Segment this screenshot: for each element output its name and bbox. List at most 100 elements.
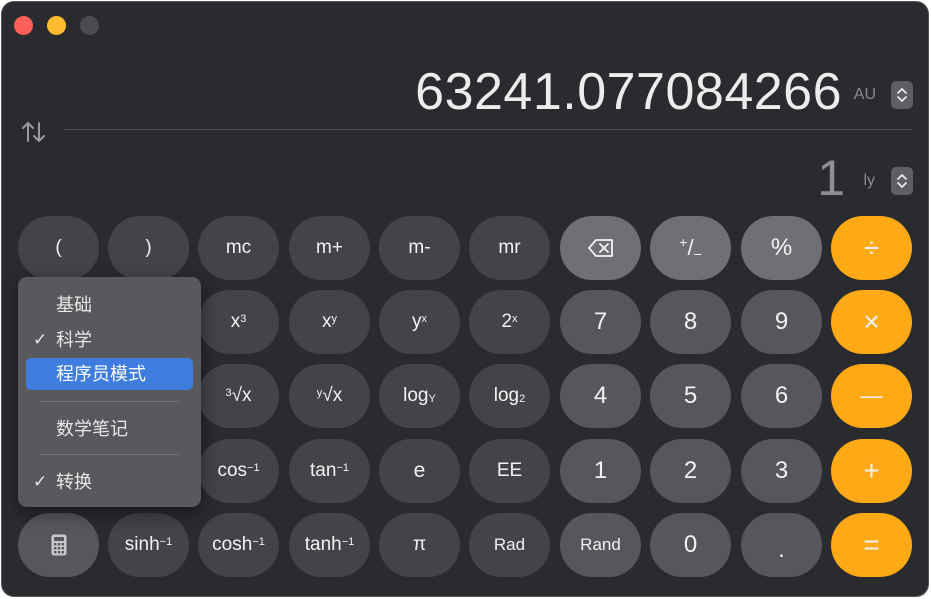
key-divide[interactable]: ÷: [831, 216, 912, 280]
maximize-button[interactable]: [80, 16, 99, 35]
key-y-power-x[interactable]: yx: [379, 290, 460, 354]
key-label: ): [145, 237, 152, 258]
key-label: cosh: [212, 534, 253, 555]
key-exponent: −1: [252, 536, 265, 548]
key-arctanh[interactable]: tanh −1: [289, 513, 370, 577]
key-label: 2: [683, 457, 698, 484]
key-index: y: [316, 387, 323, 399]
key-label: log: [493, 385, 520, 406]
key-rand[interactable]: Rand: [560, 513, 641, 577]
key-cube-root[interactable]: 3 √x: [198, 364, 279, 428]
backspace-icon: [587, 239, 613, 257]
key-memory-recall[interactable]: mr: [469, 216, 550, 280]
key-pi[interactable]: π: [379, 513, 460, 577]
main-unit-stepper[interactable]: [891, 81, 913, 109]
key-label: 8: [683, 308, 698, 335]
key-label: Rad: [493, 535, 526, 554]
key-plus-minus[interactable]: + / −: [650, 216, 731, 280]
minimize-button[interactable]: [47, 16, 66, 35]
key-percent[interactable]: %: [741, 216, 822, 280]
key-label: cos: [217, 460, 248, 481]
key-memory-subtract[interactable]: m-: [379, 216, 460, 280]
key-label: 4: [593, 382, 608, 409]
checkmark-icon: ✓: [33, 472, 48, 491]
calculator-icon: [51, 534, 66, 556]
key-0[interactable]: 0: [650, 513, 731, 577]
key-euler[interactable]: e: [379, 439, 460, 503]
key-label: 6: [774, 382, 789, 409]
key-label: 7: [593, 308, 608, 335]
key-9[interactable]: 9: [741, 290, 822, 354]
key-arccosh[interactable]: cosh −1: [198, 513, 279, 577]
secondary-unit-stepper[interactable]: [891, 167, 913, 195]
key-2[interactable]: 2: [650, 439, 731, 503]
key-label: +: [679, 234, 688, 250]
mode-menu: 基础 ✓ 科学 程序员模式 数学笔记 ✓ 转换: [18, 277, 201, 507]
key-log-2[interactable]: log 2: [469, 364, 550, 428]
key-label: 9: [774, 308, 789, 335]
menu-item-label: 程序员模式: [56, 364, 146, 384]
menu-item-conversion[interactable]: ✓ 转换: [18, 466, 201, 498]
key-exponent: −1: [336, 462, 349, 474]
key-label: mc: [225, 237, 252, 258]
key-label: EE: [496, 460, 523, 481]
menu-item-label: 转换: [56, 472, 92, 492]
key-label: m+: [316, 237, 343, 258]
menu-item-scientific[interactable]: ✓ 科学: [18, 324, 201, 356]
key-subscript: Y: [428, 393, 436, 405]
key-add[interactable]: +: [831, 439, 912, 503]
key-label: sinh: [124, 534, 160, 555]
key-3[interactable]: 3: [741, 439, 822, 503]
key-memory-clear[interactable]: mc: [198, 216, 279, 280]
key-label: +: [863, 455, 880, 486]
key-open-paren[interactable]: (: [18, 216, 99, 280]
key-log-y[interactable]: log Y: [379, 364, 460, 428]
mode-menu-button[interactable]: [18, 513, 99, 577]
key-exponent: −1: [247, 462, 260, 474]
key-multiply[interactable]: ×: [831, 290, 912, 354]
key-backspace[interactable]: [560, 216, 641, 280]
key-label: ×: [863, 306, 880, 337]
key-index: 3: [225, 387, 232, 399]
menu-item-programmer[interactable]: 程序员模式: [26, 358, 193, 390]
key-exponent: −1: [159, 536, 173, 548]
key-arctan[interactable]: tan −1: [289, 439, 370, 503]
key-two-power-x[interactable]: 2x: [469, 290, 550, 354]
key-exponent: x: [512, 313, 518, 325]
key-ee[interactable]: EE: [469, 439, 550, 503]
key-subtract[interactable]: —: [831, 364, 912, 428]
menu-item-label: 科学: [56, 330, 92, 350]
menu-separator: [40, 401, 179, 402]
menu-item-math-notes[interactable]: 数学笔记: [18, 413, 201, 445]
key-label: 1: [593, 457, 608, 484]
key-y-root[interactable]: y √x: [289, 364, 370, 428]
key-label: tanh: [304, 534, 342, 555]
key-label: log: [403, 385, 429, 406]
key-label: tan: [310, 460, 337, 481]
key-6[interactable]: 6: [741, 364, 822, 428]
key-memory-add[interactable]: m+: [289, 216, 370, 280]
swap-arrows-icon[interactable]: [20, 119, 48, 145]
key-close-paren[interactable]: ): [108, 216, 189, 280]
secondary-display-value: 1: [817, 150, 845, 206]
key-equals[interactable]: =: [831, 513, 912, 577]
display-divider: [63, 129, 912, 130]
key-label: x: [322, 311, 332, 332]
key-decimal[interactable]: .: [741, 513, 822, 577]
main-unit-label: AU: [853, 86, 876, 103]
key-arccos[interactable]: cos −1: [198, 439, 279, 503]
key-5[interactable]: 5: [650, 364, 731, 428]
key-8[interactable]: 8: [650, 290, 731, 354]
key-7[interactable]: 7: [560, 290, 641, 354]
key-1[interactable]: 1: [560, 439, 641, 503]
close-button[interactable]: [14, 16, 33, 35]
key-arcsinh[interactable]: sinh −1: [108, 513, 189, 577]
key-label: −: [693, 246, 702, 262]
key-x-cubed[interactable]: x3: [198, 290, 279, 354]
key-4[interactable]: 4: [560, 364, 641, 428]
menu-item-basic[interactable]: 基础: [18, 289, 201, 321]
key-x-power-y[interactable]: xy: [289, 290, 370, 354]
menu-item-label: 基础: [56, 295, 92, 315]
key-label: π: [412, 534, 427, 555]
key-rad[interactable]: Rad: [469, 513, 550, 577]
